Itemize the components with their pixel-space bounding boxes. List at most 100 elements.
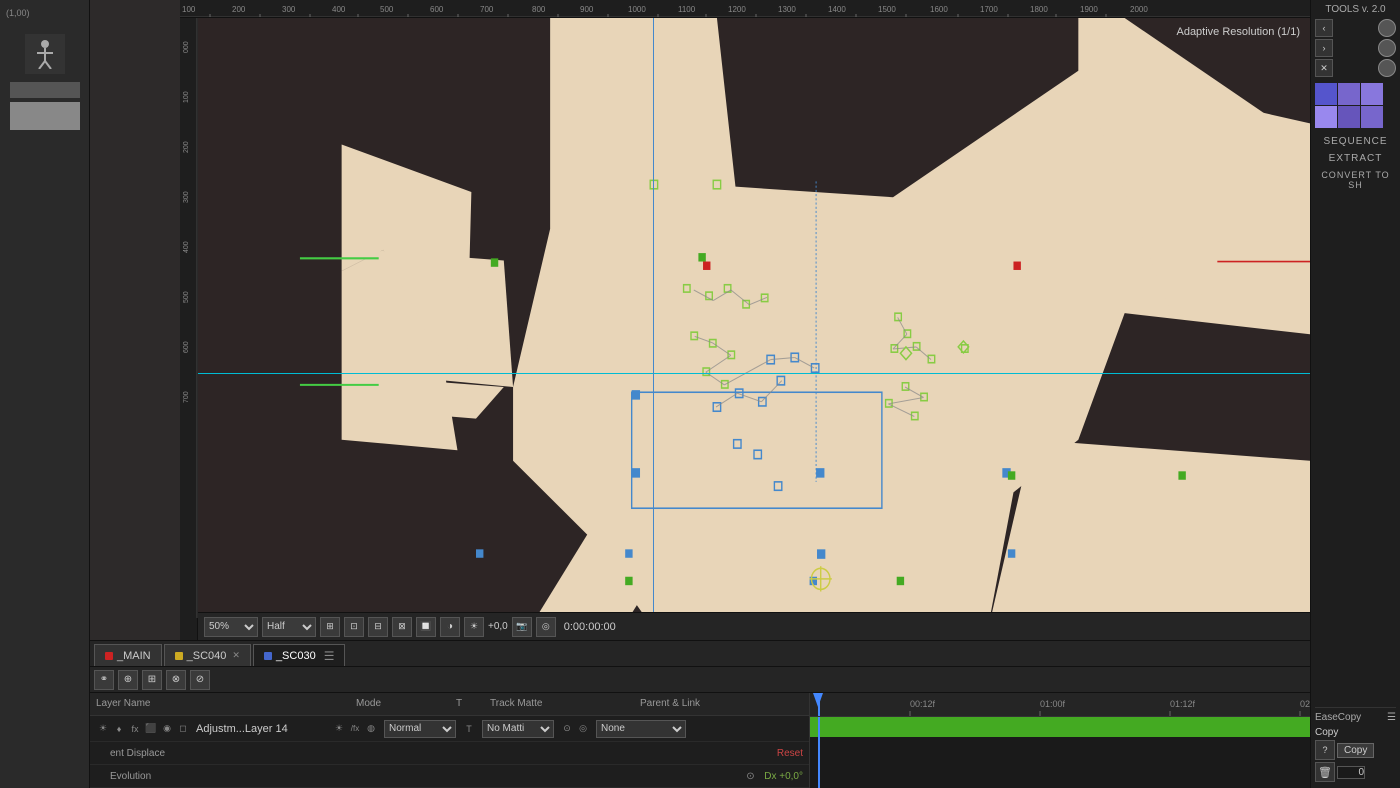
layer-fx-btn[interactable]: /fx	[348, 722, 362, 736]
tab-color-main	[105, 652, 113, 660]
col-name-header: Layer Name	[96, 698, 296, 709]
svg-text:600: 600	[430, 5, 444, 14]
ec-icon-2[interactable]: 🗑	[1315, 762, 1335, 782]
tl-link-btn[interactable]: ⚭	[94, 670, 114, 690]
nav-x-btn[interactable]: ✕	[1315, 59, 1333, 77]
layer-link-icon[interactable]: ⊙	[560, 722, 574, 736]
color-icon[interactable]: ⬛	[144, 722, 158, 736]
adaptive-res-label: Adaptive Resolution (1/1)	[1176, 26, 1300, 38]
motion-blur-btn[interactable]: ◎	[536, 617, 556, 637]
tab-menu-sc030[interactable]: ☰	[324, 649, 335, 663]
fit-view-btn[interactable]: ⊞	[320, 617, 340, 637]
sublayer-evolution-name: Evolution	[110, 771, 740, 782]
ruler-top: 100 200 300 400 500 600 700 800 900 1000…	[180, 0, 1310, 18]
swatch-6[interactable]	[1361, 106, 1383, 128]
layer-solo-btn[interactable]: ☀	[332, 722, 346, 736]
tab-close-sc040[interactable]: ✕	[232, 650, 240, 661]
track-area: 00:12f 01:00f 01:12f 02:00f 02:12f	[810, 693, 1310, 788]
guides-btn[interactable]: ⊠	[392, 617, 412, 637]
layer-link-icons: ⊙ ◎	[560, 722, 590, 736]
app-container: (1,00)	[0, 0, 1400, 788]
easecopy-menu[interactable]: ☰	[1387, 712, 1396, 723]
tl-mask-btn[interactable]: ⊗	[166, 670, 186, 690]
viewport: 100 200 300 400 500 600 700 800 900 1000…	[90, 0, 1310, 640]
ec-icon-1[interactable]: ?	[1315, 740, 1335, 760]
svg-text:1200: 1200	[728, 5, 746, 14]
layer-mode-select[interactable]: NormalAddMultiply	[384, 720, 456, 738]
nav-right-btn[interactable]: ›	[1315, 39, 1333, 57]
easecopy-btn-row: ? Copy	[1315, 740, 1396, 760]
zoom-select[interactable]: 50%100%25%	[204, 617, 258, 637]
col-t-header: T	[456, 698, 470, 709]
layer-name: Adjustm...Layer 14	[196, 723, 326, 735]
svg-text:1800: 1800	[1030, 5, 1048, 14]
drawing-canvas: Adaptive Resolution (1/1)	[198, 18, 1310, 640]
tab-sc040[interactable]: _SC040 ✕	[164, 644, 251, 666]
easecopy-value-input[interactable]	[1337, 766, 1365, 779]
color-correct-btn[interactable]: ◑	[440, 617, 460, 637]
swatch-2[interactable]	[1338, 83, 1360, 105]
copy-button[interactable]: Copy	[1337, 743, 1374, 758]
sidebar-block2	[10, 102, 80, 130]
transparency-btn[interactable]: 🔲	[416, 617, 436, 637]
tl-settings-btn[interactable]: ⊘	[190, 670, 210, 690]
svg-text:1900: 1900	[1080, 5, 1098, 14]
svg-text:400: 400	[183, 241, 190, 253]
nav-row3: ✕	[1315, 59, 1396, 77]
tl-copy-btn[interactable]: ⊞	[142, 670, 162, 690]
fx-icon[interactable]: fx	[128, 722, 142, 736]
layer-track-select[interactable]: No MattiAlpha Matte	[482, 720, 554, 738]
convert-label[interactable]: CONVERT TO SH	[1315, 170, 1396, 190]
easecopy-title: EaseCopy	[1315, 712, 1361, 723]
nav-circle-1[interactable]	[1378, 19, 1396, 37]
sublayer-reset-btn[interactable]: Reset	[777, 748, 803, 759]
3d-icon[interactable]: ◻	[176, 722, 190, 736]
mb-icon[interactable]: ◉	[160, 722, 174, 736]
layer-row: ☀ ♦ fx ⬛ ◉ ◻ Adjustm...Layer 14 ☀ /fx	[90, 716, 809, 743]
nav-left-btn[interactable]: ‹	[1315, 19, 1333, 37]
exposure-btn[interactable]: ☀	[464, 617, 484, 637]
svg-text:500: 500	[380, 5, 394, 14]
sequence-label[interactable]: SEQUENCE	[1315, 136, 1396, 147]
track-playhead[interactable]	[818, 693, 820, 716]
layer-wave-icon[interactable]: ◎	[576, 722, 590, 736]
layer-paint-btn[interactable]: ◍	[364, 722, 378, 736]
svg-text:01:00f: 01:00f	[1040, 699, 1066, 709]
tab-bar: _MAIN _SC040 ✕ _SC030 ☰	[90, 641, 1310, 667]
layer-parent-select[interactable]: None	[596, 720, 686, 738]
sublayer-displace-name: ent Displace	[110, 748, 771, 759]
quality-select[interactable]: HalfFullQuarter	[262, 617, 316, 637]
sublayer-stopwatch[interactable]: ⊙	[746, 771, 758, 782]
blue-marker-line	[818, 737, 820, 767]
safe-zones-btn[interactable]: ⊡	[344, 617, 364, 637]
svg-text:1700: 1700	[980, 5, 998, 14]
tl-parent-btn[interactable]: ⊕	[118, 670, 138, 690]
figure-icon[interactable]	[25, 34, 65, 74]
svg-text:02:00f: 02:00f	[1300, 699, 1310, 709]
tab-main[interactable]: _MAIN	[94, 644, 162, 666]
swatch-4[interactable]	[1315, 106, 1337, 128]
col-parent-header: Parent & Link	[640, 698, 760, 709]
svg-text:400: 400	[332, 5, 346, 14]
svg-text:1300: 1300	[778, 5, 796, 14]
swatch-1[interactable]	[1315, 83, 1337, 105]
swatch-5[interactable]	[1338, 106, 1360, 128]
grid-btn[interactable]: ⊟	[368, 617, 388, 637]
solo-icon[interactable]: ☀	[96, 722, 110, 736]
easecopy-section: EaseCopy ☰ Copy ? Copy 🗑	[1315, 707, 1396, 784]
svg-text:01:12f: 01:12f	[1170, 699, 1196, 709]
nav-circle-2[interactable]	[1378, 39, 1396, 57]
layer-t-icon: T	[462, 724, 476, 734]
tab-label-main: _MAIN	[117, 650, 151, 662]
tab-sc030[interactable]: _SC030 ☰	[253, 644, 346, 666]
left-sidebar: (1,00)	[0, 0, 90, 788]
timecode-display: 0:00:00:00	[564, 621, 616, 633]
shy-icon[interactable]: ♦	[112, 722, 126, 736]
nav-circle-3[interactable]	[1378, 59, 1396, 77]
extract-label[interactable]: EXTRACT	[1315, 153, 1396, 164]
easecopy-val-row: 🗑	[1315, 762, 1396, 782]
snapshot-btn[interactable]: 📷	[512, 617, 532, 637]
swatch-3[interactable]	[1361, 83, 1383, 105]
timeline-toolbar: ⚭ ⊕ ⊞ ⊗ ⊘	[90, 667, 1310, 693]
svg-text:000: 000	[183, 41, 190, 53]
